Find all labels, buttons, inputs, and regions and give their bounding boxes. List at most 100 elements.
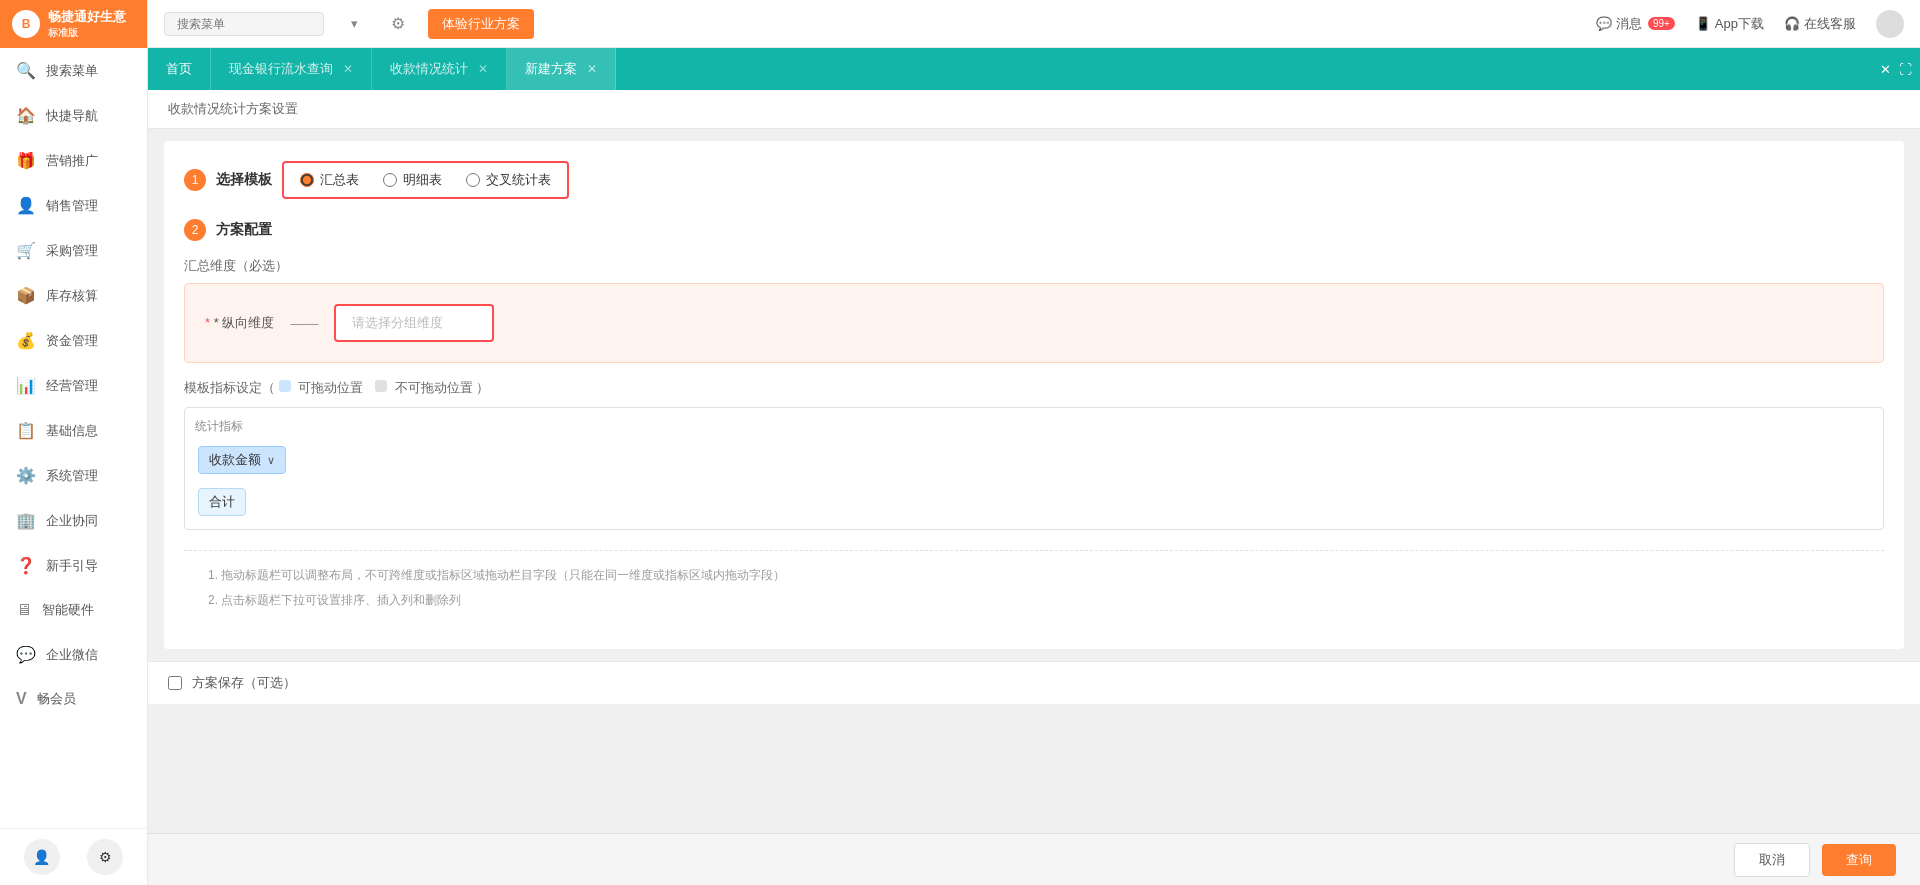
page-title: 收款情况统计方案设置: [148, 90, 1920, 129]
radio-summary[interactable]: 汇总表: [300, 171, 359, 189]
tab-home-label: 首页: [166, 60, 192, 78]
tab-newplan[interactable]: 新建方案 ✕: [507, 48, 616, 90]
vertical-dim-text: * 纵向维度: [214, 315, 275, 330]
message-badge: 99+: [1648, 17, 1675, 30]
dropdown-arrow[interactable]: ▾: [340, 10, 368, 38]
tab-cashflow-label: 现金银行流水查询: [229, 60, 333, 78]
step2-title: 方案配置: [216, 221, 272, 239]
metrics-label: 模板指标设定（ 可拖动位置 不可拖动位置 ）: [184, 379, 1884, 397]
step1-header: 1 选择模板 汇总表 明细表 交叉统计表: [184, 161, 1884, 199]
sidebar-item-inventory[interactable]: 📦 库存核算: [0, 273, 147, 318]
sidebar-logo: B 畅捷通好生意 标准版: [0, 0, 147, 48]
tab-collection[interactable]: 收款情况统计 ✕: [372, 48, 507, 90]
radio-summary-input[interactable]: [300, 173, 314, 187]
topbar: ▾ ⚙ 体验行业方案 💬 消息 99+ 📱 App下载 🎧 在线客服: [148, 0, 1920, 48]
sidebar-item-purchase[interactable]: 🛒 采购管理: [0, 228, 147, 273]
tab-home[interactable]: 首页: [148, 48, 211, 90]
tabs-right-controls: ✕ ⛶: [1880, 48, 1920, 90]
step1-section: 1 选择模板 汇总表 明细表 交叉统计表: [184, 161, 1884, 199]
industry-plan-button[interactable]: 体验行业方案: [428, 9, 534, 39]
save-label: 方案保存（可选）: [192, 674, 296, 692]
sidebar-label-basic: 基础信息: [46, 422, 98, 440]
sidebar-item-finance[interactable]: 💰 资金管理: [0, 318, 147, 363]
close-newplan-tab[interactable]: ✕: [587, 62, 597, 76]
gift-icon: 🎁: [16, 151, 36, 170]
search-icon: 🔍: [16, 61, 36, 80]
sidebar-label-hardware: 智能硬件: [42, 601, 94, 619]
dimension-select[interactable]: 请选择分组维度: [334, 304, 494, 342]
save-checkbox[interactable]: [168, 676, 182, 690]
finance-icon: 💰: [16, 331, 36, 350]
topbar-right: 💬 消息 99+ 📱 App下载 🎧 在线客服: [1596, 10, 1904, 38]
metrics-tag-amount[interactable]: 收款金额 ∨: [198, 446, 286, 474]
sidebar-label-inventory: 库存核算: [46, 287, 98, 305]
sidebar-item-operation[interactable]: 📊 经营管理: [0, 363, 147, 408]
save-area: 方案保存（可选）: [148, 661, 1920, 704]
logo-sub: 标准版: [48, 26, 126, 40]
sidebar-item-basic[interactable]: 📋 基础信息: [0, 408, 147, 453]
nav-tabs: 首页 现金银行流水查询 ✕ 收款情况统计 ✕ 新建方案 ✕ ✕ ⛶: [148, 48, 1920, 90]
search-input[interactable]: [164, 12, 324, 36]
radio-detail[interactable]: 明细表: [383, 171, 442, 189]
sidebar-bottom-icon1[interactable]: 👤: [24, 839, 60, 875]
user-avatar[interactable]: [1876, 10, 1904, 38]
radio-cross[interactable]: 交叉统计表: [466, 171, 551, 189]
radio-cross-input[interactable]: [466, 173, 480, 187]
close-collection-tab[interactable]: ✕: [478, 62, 488, 76]
nondraggable-legend-text: 不可拖动位置: [395, 380, 473, 395]
metrics-area: 统计指标 收款金额 ∨ 合计: [184, 407, 1884, 530]
sidebar-item-wechat[interactable]: 💬 企业微信: [0, 632, 147, 677]
gear-icon[interactable]: ⚙: [384, 10, 412, 38]
action-bar: 取消 查询: [148, 833, 1920, 885]
vertical-dim-label: * * 纵向维度: [205, 314, 274, 332]
sidebar-item-search[interactable]: 🔍 搜索菜单: [0, 48, 147, 93]
sidebar-item-quicknav[interactable]: 🏠 快捷导航: [0, 93, 147, 138]
system-icon: ⚙️: [16, 466, 36, 485]
maximize-window-icon[interactable]: ⛶: [1899, 62, 1912, 77]
radio-detail-input[interactable]: [383, 173, 397, 187]
sidebar-item-system[interactable]: ⚙️ 系统管理: [0, 453, 147, 498]
sidebar-item-member[interactable]: V 畅会员: [0, 677, 147, 721]
close-window-icon[interactable]: ✕: [1880, 62, 1891, 77]
message-button[interactable]: 💬 消息 99+: [1596, 15, 1675, 33]
sidebar: B 畅捷通好生意 标准版 🔍 搜索菜单 🏠 快捷导航 🎁 营销推广 👤 销售管理…: [0, 0, 148, 885]
config-card: 1 选择模板 汇总表 明细表 交叉统计表: [164, 141, 1904, 649]
sidebar-item-collab[interactable]: 🏢 企业协同: [0, 498, 147, 543]
download-button[interactable]: 📱 App下载: [1695, 15, 1764, 33]
template-options: 汇总表 明细表 交叉统计表: [282, 161, 569, 199]
collab-icon: 🏢: [16, 511, 36, 530]
sidebar-item-guide[interactable]: ❓ 新手引导: [0, 543, 147, 588]
vertical-dimension-row: * * 纵向维度 —— 请选择分组维度: [205, 304, 1863, 342]
nondraggable-legend-dot: [375, 380, 387, 392]
sidebar-label-sales: 销售管理: [46, 197, 98, 215]
home-icon: 🏠: [16, 106, 36, 125]
message-icon: 💬: [1596, 16, 1612, 31]
dimension-section-title: 汇总维度（必选）: [184, 257, 1884, 275]
tab-cashflow[interactable]: 现金银行流水查询 ✕: [211, 48, 372, 90]
member-icon: V: [16, 690, 27, 708]
cancel-button[interactable]: 取消: [1734, 843, 1810, 877]
sidebar-label-marketing: 营销推广: [46, 152, 98, 170]
tab-collection-label: 收款情况统计: [390, 60, 468, 78]
sidebar-item-hardware[interactable]: 🖥 智能硬件: [0, 588, 147, 632]
sidebar-item-sales[interactable]: 👤 销售管理: [0, 183, 147, 228]
download-icon: 📱: [1695, 16, 1711, 31]
wechat-icon: 💬: [16, 645, 36, 664]
sidebar-label-system: 系统管理: [46, 467, 98, 485]
service-button[interactable]: 🎧 在线客服: [1784, 15, 1856, 33]
sidebar-item-marketing[interactable]: 🎁 营销推广: [0, 138, 147, 183]
sidebar-label-guide: 新手引导: [46, 557, 98, 575]
step1-title: 选择模板: [216, 171, 272, 189]
metrics-section: 模板指标设定（ 可拖动位置 不可拖动位置 ） 统计指标 收款金额: [184, 379, 1884, 530]
step1-number: 1: [184, 169, 206, 191]
tip-row-2: 2. 点击标题栏下拉可设置排序、插入列和删除列: [184, 592, 1884, 609]
sidebar-bottom-icon2[interactable]: ⚙: [87, 839, 123, 875]
tab-newplan-label: 新建方案: [525, 60, 577, 78]
page-content: 收款情况统计方案设置 1 选择模板 汇总表 明细表: [148, 90, 1920, 833]
service-label: 在线客服: [1804, 15, 1856, 33]
sidebar-bottom: 👤 ⚙: [0, 828, 147, 885]
query-button[interactable]: 查询: [1822, 844, 1896, 876]
hardware-icon: 🖥: [16, 601, 32, 619]
tip-text-2: 2. 点击标题栏下拉可设置排序、插入列和删除列: [208, 592, 461, 609]
close-cashflow-tab[interactable]: ✕: [343, 62, 353, 76]
